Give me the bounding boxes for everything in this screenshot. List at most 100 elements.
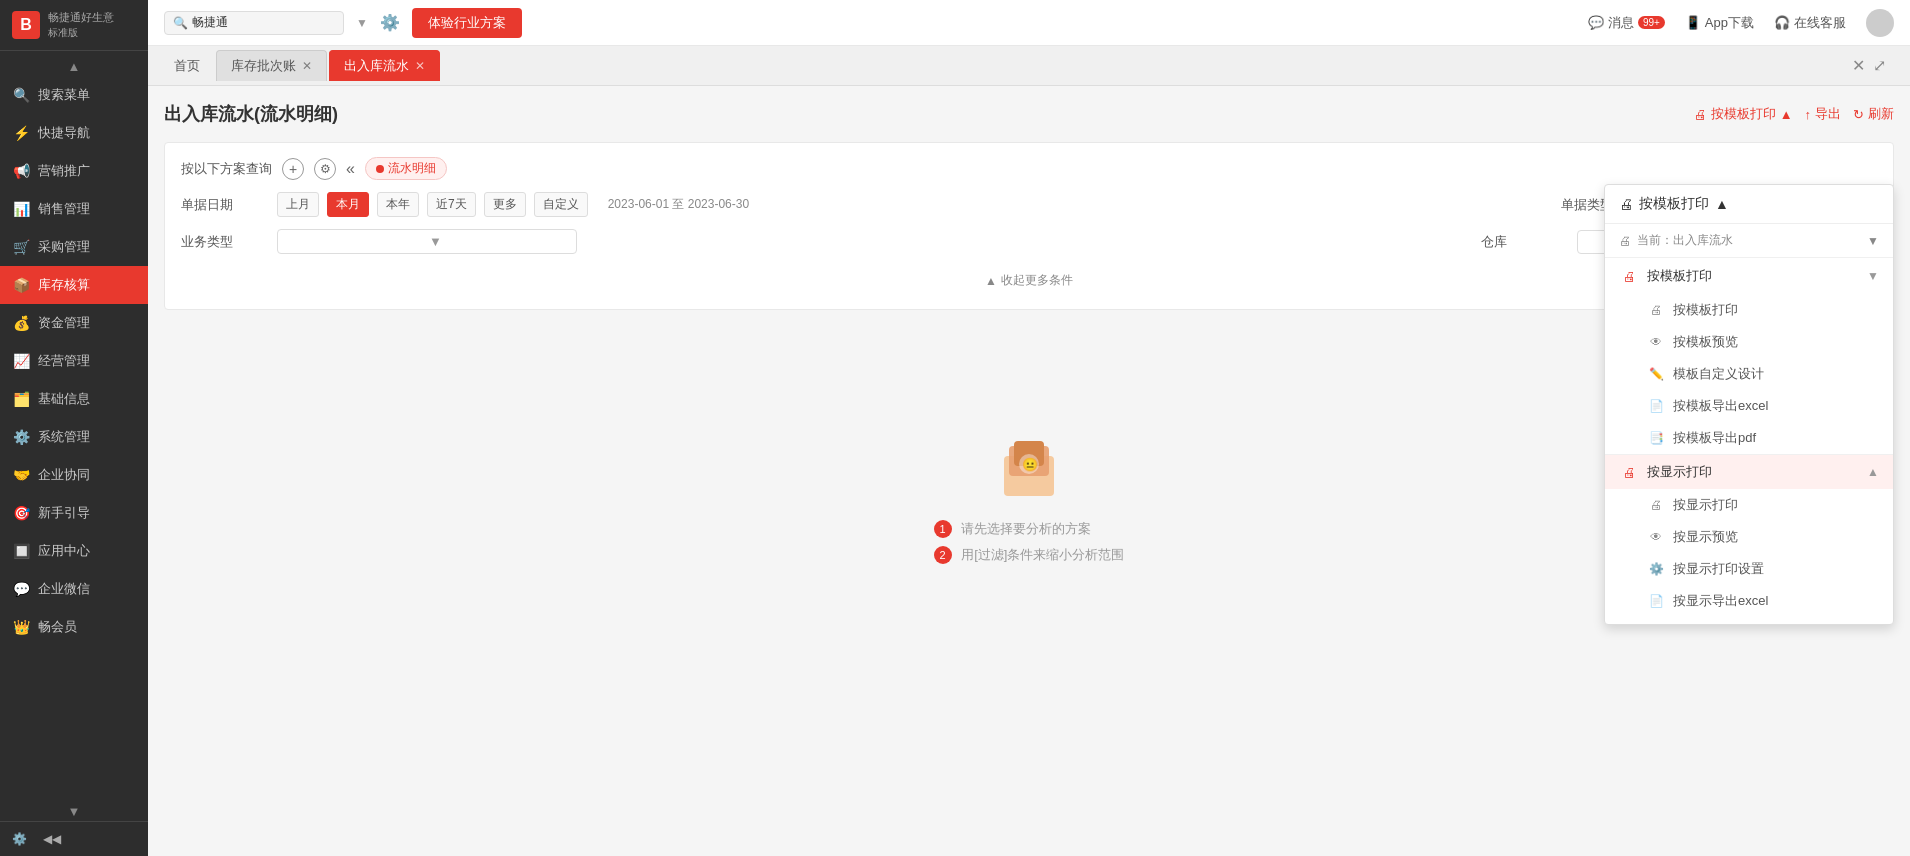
tab-首页[interactable]: 首页: [160, 51, 214, 81]
sidebar-settings[interactable]: ⚙️: [12, 832, 27, 846]
dp-item-label: 模板自定义设计: [1673, 365, 1764, 383]
sidebar-item-inventory[interactable]: 📦库存核算: [0, 266, 148, 304]
topbar-dropdown-chevron[interactable]: ▼: [356, 16, 368, 30]
dp-section-label-display_print: 按显示打印: [1647, 463, 1867, 481]
dp-section-arrow-template_print: ▼: [1867, 269, 1879, 283]
trial-btn[interactable]: 体验行业方案: [412, 8, 522, 38]
dp-item-模板自定义设计[interactable]: ✏️模板自定义设计: [1605, 358, 1893, 390]
sidebar-item-collab[interactable]: 🤝企业协同: [0, 456, 148, 494]
nav-icon-operations: 📈: [12, 352, 30, 370]
user-avatar[interactable]: [1866, 9, 1894, 37]
print-template-btn[interactable]: 🖨 按模板打印 ▲: [1694, 105, 1793, 123]
sidebar-item-wechat[interactable]: 💬企业微信: [0, 570, 148, 608]
online-service-btn[interactable]: 🎧 在线客服: [1774, 14, 1846, 32]
date-btn-本年[interactable]: 本年: [377, 192, 419, 217]
sidebar-scroll-up[interactable]: ▲: [0, 57, 148, 76]
nav-label-quicknav: 快捷导航: [38, 124, 90, 142]
dp-item-label: 按模板导出excel: [1673, 397, 1768, 415]
sidebar-item-quicknav[interactable]: ⚡ 快捷导航: [0, 114, 148, 152]
phone-icon: 📱: [1685, 15, 1701, 30]
sidebar-item-marketing[interactable]: 📢营销推广: [0, 152, 148, 190]
sidebar-item-operations[interactable]: 📈 经营管理: [0, 342, 148, 380]
sidebar-item-member[interactable]: 👑畅会员: [0, 608, 148, 646]
dropdown-title: 🖨 按模板打印 ▲: [1619, 195, 1729, 213]
dp-section-label-template_print: 按模板打印: [1647, 267, 1867, 285]
dp-item-按模板预览[interactable]: 👁按模板预览: [1605, 326, 1893, 358]
dp-section-header-display_print[interactable]: 🖨 按显示打印 ▲: [1605, 455, 1893, 489]
filter-collapse-btn[interactable]: «: [346, 160, 355, 178]
dp-item-按模板打印[interactable]: 🖨按模板打印: [1605, 294, 1893, 326]
message-icon: 💬: [1588, 15, 1604, 30]
dp-section-icon-template_print: 🖨: [1619, 266, 1639, 286]
date-btn-近7天[interactable]: 近7天: [427, 192, 476, 217]
maximize-window-btn[interactable]: ⤢: [1873, 56, 1886, 75]
date-btn-自定义[interactable]: 自定义: [534, 192, 588, 217]
sidebar-item-system[interactable]: ⚙️系统管理: [0, 418, 148, 456]
filter-tag-item[interactable]: 流水明细: [365, 157, 447, 180]
nav-icon-search: 🔍: [12, 86, 30, 104]
topbar-gear-icon[interactable]: ⚙️: [380, 13, 400, 32]
warehouse-label: 仓库: [1481, 233, 1561, 251]
biz-type-select[interactable]: ▼: [277, 229, 577, 254]
nav-label-collab: 企业协同: [38, 466, 90, 484]
page-content: 出入库流水(流水明细) 🖨 按模板打印 ▲ ↑ 导出 ↻ 刷新: [148, 86, 1910, 856]
sidebar-item-appcenter[interactable]: 🔲应用中心: [0, 532, 148, 570]
empty-tip-1: 1 请先选择要分析的方案: [934, 516, 1125, 542]
topbar-search-input[interactable]: [192, 16, 322, 30]
sidebar-item-finance[interactable]: 💰资金管理: [0, 304, 148, 342]
sidebar-item-search[interactable]: 🔍搜索菜单: [0, 76, 148, 114]
tab-close-btn[interactable]: ✕: [302, 59, 312, 73]
tip-text-1: 请先选择要分析的方案: [961, 521, 1091, 536]
filter-add-btn[interactable]: +: [282, 158, 304, 180]
sidebar-item-guide[interactable]: 🎯新手引导: [0, 494, 148, 532]
nav-label-appcenter: 应用中心: [38, 542, 90, 560]
message-btn[interactable]: 💬 消息 99+: [1588, 14, 1665, 32]
logo-icon: B: [12, 11, 40, 39]
filter-settings-btn[interactable]: ⚙: [314, 158, 336, 180]
page-title: 出入库流水(流水明细): [164, 102, 338, 126]
dropdown-scroll: 🖨 当前：出入库流水 ▼ 🖨 按模板打印 ▼ 🖨按模板打印👁按模板预览✏️模板自…: [1605, 224, 1893, 624]
dp-item-按显示预览[interactable]: 👁按显示预览: [1605, 521, 1893, 553]
dp-item-按显示打印[interactable]: 🖨 按显示打印: [1605, 489, 1893, 521]
export-btn[interactable]: ↑ 导出: [1805, 105, 1842, 123]
current-label-text: 当前：出入库流水: [1637, 232, 1733, 249]
nav-icon-guide: 🎯: [12, 504, 30, 522]
nav-label-operations: 经营管理: [38, 352, 90, 370]
sidebar-scroll-down[interactable]: ▼: [0, 802, 148, 821]
dp-item-按模板导出excel[interactable]: 📄 按模板导出excel: [1605, 390, 1893, 422]
refresh-btn[interactable]: ↻ 刷新: [1853, 105, 1894, 123]
tab-close-btn[interactable]: ✕: [415, 59, 425, 73]
date-btn-本月[interactable]: 本月: [327, 192, 369, 217]
dp-item-label: 按显示打印: [1673, 496, 1738, 514]
dp-section-template_print: 🖨 按模板打印 ▼ 🖨按模板打印👁按模板预览✏️模板自定义设计📄按模板导出exc…: [1605, 258, 1893, 455]
tab-出入库流水[interactable]: 出入库流水✕: [329, 50, 440, 81]
dp-item-按显示打印设置[interactable]: ⚙️按显示打印设置: [1605, 553, 1893, 585]
tip-text-2: 用[过滤]条件来缩小分析范围: [961, 547, 1124, 562]
sidebar-item-basic[interactable]: 🗂️基础信息: [0, 380, 148, 418]
tab-库存批次账[interactable]: 库存批次账✕: [216, 50, 327, 81]
nav-icon-marketing: 📢: [12, 162, 30, 180]
dropdown-header: 🖨 按模板打印 ▲: [1605, 185, 1893, 224]
close-window-btn[interactable]: ✕: [1852, 56, 1865, 75]
app-download-btn[interactable]: 📱 App下载: [1685, 14, 1754, 32]
dp-item-按模板导出pdf[interactable]: 📑按模板导出pdf: [1605, 422, 1893, 454]
nav-label-basic: 基础信息: [38, 390, 90, 408]
sidebar-item-purchase[interactable]: 🛒采购管理: [0, 228, 148, 266]
dp-item-icon: 📄: [1647, 397, 1665, 415]
online-service-label: 在线客服: [1794, 14, 1846, 32]
date-btn-更多[interactable]: 更多: [484, 192, 526, 217]
dp-item-按显示导出pdf[interactable]: 📑按显示导出pdf: [1605, 617, 1893, 624]
dp-item-icon: 🖨: [1647, 496, 1665, 514]
sidebar-collapse[interactable]: ◀◀: [43, 832, 61, 846]
main-content: 🔍 ▼ ⚙️ 体验行业方案 💬 消息 99+ 📱 App下载 🎧 在线客服: [148, 0, 1910, 856]
nav-icon-quicknav: ⚡: [12, 124, 30, 142]
nav-label-purchase: 采购管理: [38, 238, 90, 256]
topbar: 🔍 ▼ ⚙️ 体验行业方案 💬 消息 99+ 📱 App下载 🎧 在线客服: [148, 0, 1910, 46]
sidebar-item-sales[interactable]: 📊销售管理: [0, 190, 148, 228]
app-version: 标准版: [48, 26, 114, 40]
printer-icon: 🖨: [1694, 107, 1707, 122]
date-btn-上月[interactable]: 上月: [277, 192, 319, 217]
dp-item-按显示导出excel[interactable]: 📄按显示导出excel: [1605, 585, 1893, 617]
dp-section-header-template_print[interactable]: 🖨 按模板打印 ▼: [1605, 258, 1893, 294]
app-name: 畅捷通好生意: [48, 10, 114, 25]
